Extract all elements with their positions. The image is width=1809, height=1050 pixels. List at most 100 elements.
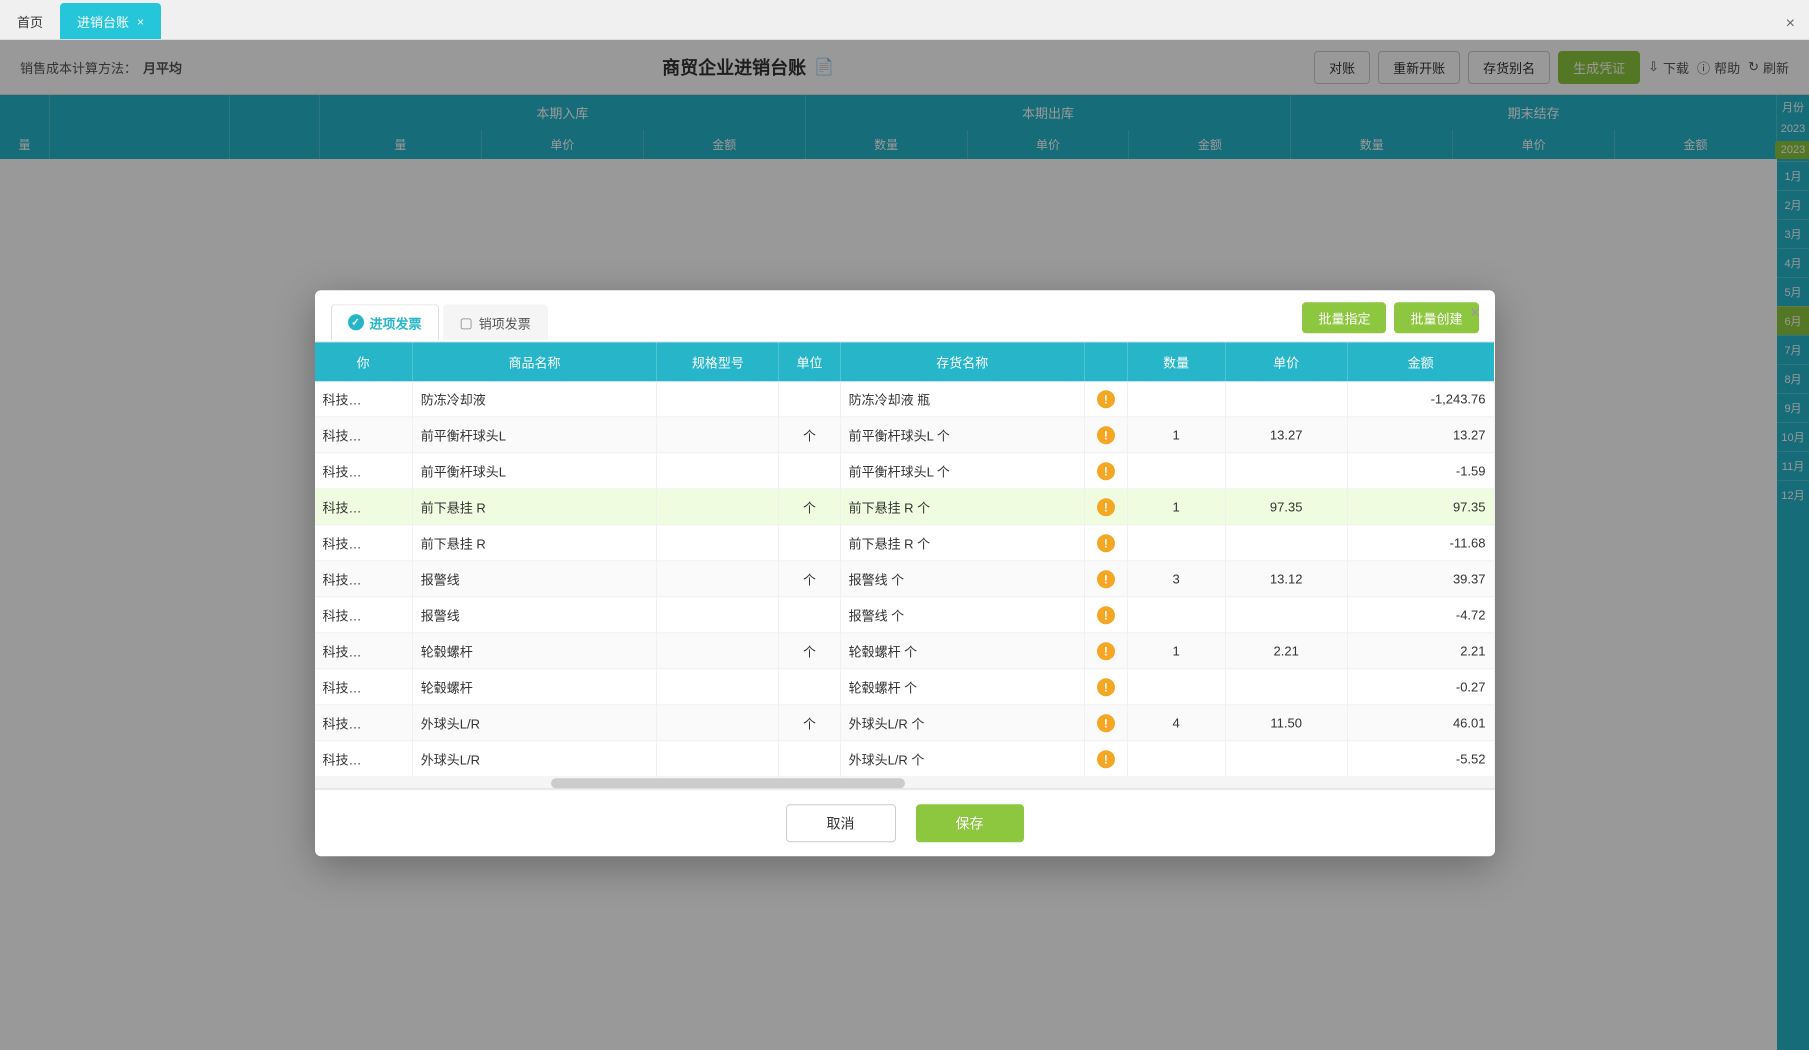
main-content: 销售成本计算方法： 月平均 商贸企业进销台账 📄 对账 重新开账 存货别名 生成… bbox=[0, 40, 1809, 1050]
scrollbar-thumb bbox=[551, 778, 905, 788]
cell-product-name: 前下悬挂 R bbox=[412, 525, 656, 561]
cell-spec bbox=[657, 525, 779, 561]
cell-product-name: 轮毂螺杆 bbox=[412, 669, 656, 705]
cell-price: 13.12 bbox=[1225, 561, 1347, 597]
tab-ledger-close[interactable]: × bbox=[137, 15, 144, 29]
warning-icon: ! bbox=[1097, 534, 1115, 552]
window-close-button[interactable]: × bbox=[1772, 9, 1809, 39]
cell-product-name: 报警线 bbox=[412, 597, 656, 633]
cell-product-name: 防冻冷却液 bbox=[412, 381, 656, 417]
invoice-in-icon: ✓ bbox=[348, 314, 364, 330]
warning-icon: ! bbox=[1097, 642, 1115, 660]
cell-unit bbox=[779, 669, 840, 705]
warning-icon: ! bbox=[1097, 570, 1115, 588]
cell-unit: 个 bbox=[779, 561, 840, 597]
th-product-name: 商品名称 bbox=[412, 342, 656, 381]
cell-qty: 1 bbox=[1127, 489, 1225, 525]
cell-spec bbox=[657, 597, 779, 633]
cell-price bbox=[1225, 597, 1347, 633]
cell-warning: ! bbox=[1085, 417, 1128, 453]
cell-qty: 3 bbox=[1127, 561, 1225, 597]
cell-inventory-name: 外球头L/R 个 bbox=[840, 705, 1084, 741]
cell-warning: ! bbox=[1085, 633, 1128, 669]
cell-price: 2.21 bbox=[1225, 633, 1347, 669]
th-warning bbox=[1085, 342, 1128, 381]
table-row[interactable]: 科技… 外球头L/R 个 外球头L/R 个 ! 4 11.50 46.01 bbox=[315, 705, 1495, 741]
invoice-modal: ✓ 进项发票 ▢ 销项发票 批量指定 批量创建 × 你 商品名称 规格型号 bbox=[315, 290, 1495, 856]
cell-amount: -11.68 bbox=[1347, 525, 1494, 561]
modal-close-button[interactable]: × bbox=[1470, 302, 1481, 323]
th-amount: 金额 bbox=[1347, 342, 1494, 381]
cell-price bbox=[1225, 453, 1347, 489]
cell-amount: 46.01 bbox=[1347, 705, 1494, 741]
modal-horizontal-scrollbar[interactable] bbox=[315, 777, 1495, 789]
table-row[interactable]: 科技… 前平衡杆球头L 前平衡杆球头L 个 ! -1.59 bbox=[315, 453, 1495, 489]
cell-inventory-name: 报警线 个 bbox=[840, 561, 1084, 597]
batch-create-button[interactable]: 批量创建 bbox=[1394, 302, 1478, 333]
tab-home[interactable]: 首页 bbox=[0, 3, 60, 39]
cell-inventory-name: 报警线 个 bbox=[840, 597, 1084, 633]
tab-outbound-label: 销项发票 bbox=[479, 313, 531, 332]
cell-qty bbox=[1127, 453, 1225, 489]
tab-ledger-label: 进销台账 bbox=[77, 12, 129, 31]
batch-assign-button[interactable]: 批量指定 bbox=[1302, 302, 1386, 333]
tab-inbound-invoice[interactable]: ✓ 进项发票 bbox=[331, 304, 439, 340]
cell-company: 科技… bbox=[315, 705, 413, 741]
table-header-row: 你 商品名称 规格型号 单位 存货名称 数量 单价 金额 bbox=[315, 342, 1495, 381]
cell-unit: 个 bbox=[779, 705, 840, 741]
cell-product-name: 外球头L/R bbox=[412, 705, 656, 741]
cell-warning: ! bbox=[1085, 561, 1128, 597]
cell-warning: ! bbox=[1085, 597, 1128, 633]
warning-icon: ! bbox=[1097, 462, 1115, 480]
table-row[interactable]: 科技… 前下悬挂 R 前下悬挂 R 个 ! -11.68 bbox=[315, 525, 1495, 561]
cell-spec bbox=[657, 705, 779, 741]
table-row[interactable]: 科技… 报警线 个 报警线 个 ! 3 13.12 39.37 bbox=[315, 561, 1495, 597]
cell-qty: 1 bbox=[1127, 417, 1225, 453]
th-spec: 规格型号 bbox=[657, 342, 779, 381]
cell-unit bbox=[779, 525, 840, 561]
cell-product-name: 前平衡杆球头L bbox=[412, 453, 656, 489]
cell-company: 科技… bbox=[315, 669, 413, 705]
cell-qty: 4 bbox=[1127, 705, 1225, 741]
tab-home-label: 首页 bbox=[17, 12, 43, 31]
warning-icon: ! bbox=[1097, 498, 1115, 516]
cell-amount: 97.35 bbox=[1347, 489, 1494, 525]
save-button[interactable]: 保存 bbox=[916, 804, 1024, 842]
cell-qty bbox=[1127, 741, 1225, 777]
cell-inventory-name: 轮毂螺杆 个 bbox=[840, 669, 1084, 705]
cell-unit: 个 bbox=[779, 633, 840, 669]
cell-warning: ! bbox=[1085, 381, 1128, 417]
cell-spec bbox=[657, 453, 779, 489]
cell-spec bbox=[657, 417, 779, 453]
cell-inventory-name: 前下悬挂 R 个 bbox=[840, 489, 1084, 525]
table-row[interactable]: 科技… 轮毂螺杆 轮毂螺杆 个 ! -0.27 bbox=[315, 669, 1495, 705]
cell-qty bbox=[1127, 381, 1225, 417]
cell-warning: ! bbox=[1085, 453, 1128, 489]
cell-inventory-name: 前平衡杆球头L 个 bbox=[840, 417, 1084, 453]
cell-amount: -4.72 bbox=[1347, 597, 1494, 633]
table-row[interactable]: 科技… 前平衡杆球头L 个 前平衡杆球头L 个 ! 1 13.27 13.27 bbox=[315, 417, 1495, 453]
tab-ledger[interactable]: 进销台账 × bbox=[60, 3, 161, 39]
table-row[interactable]: 科技… 轮毂螺杆 个 轮毂螺杆 个 ! 1 2.21 2.21 bbox=[315, 633, 1495, 669]
cell-company: 科技… bbox=[315, 489, 413, 525]
table-row[interactable]: 科技… 报警线 报警线 个 ! -4.72 bbox=[315, 597, 1495, 633]
table-row[interactable]: 科技… 前下悬挂 R 个 前下悬挂 R 个 ! 1 97.35 97.35 bbox=[315, 489, 1495, 525]
tab-outbound-invoice[interactable]: ▢ 销项发票 bbox=[443, 304, 548, 340]
cell-product-name: 报警线 bbox=[412, 561, 656, 597]
cell-spec bbox=[657, 633, 779, 669]
cell-spec bbox=[657, 669, 779, 705]
table-row[interactable]: 科技… 外球头L/R 外球头L/R 个 ! -5.52 bbox=[315, 741, 1495, 777]
cell-price bbox=[1225, 381, 1347, 417]
cell-product-name: 外球头L/R bbox=[412, 741, 656, 777]
table-row[interactable]: 科技… 防冻冷却液 防冻冷却液 瓶 ! -1,243.76 bbox=[315, 381, 1495, 417]
cell-warning: ! bbox=[1085, 741, 1128, 777]
cell-inventory-name: 前平衡杆球头L 个 bbox=[840, 453, 1084, 489]
cell-spec bbox=[657, 741, 779, 777]
th-company: 你 bbox=[315, 342, 413, 381]
cell-amount: -0.27 bbox=[1347, 669, 1494, 705]
warning-icon: ! bbox=[1097, 678, 1115, 696]
th-unit: 单位 bbox=[779, 342, 840, 381]
warning-icon: ! bbox=[1097, 390, 1115, 408]
warning-icon: ! bbox=[1097, 750, 1115, 768]
cancel-button[interactable]: 取消 bbox=[786, 804, 896, 842]
